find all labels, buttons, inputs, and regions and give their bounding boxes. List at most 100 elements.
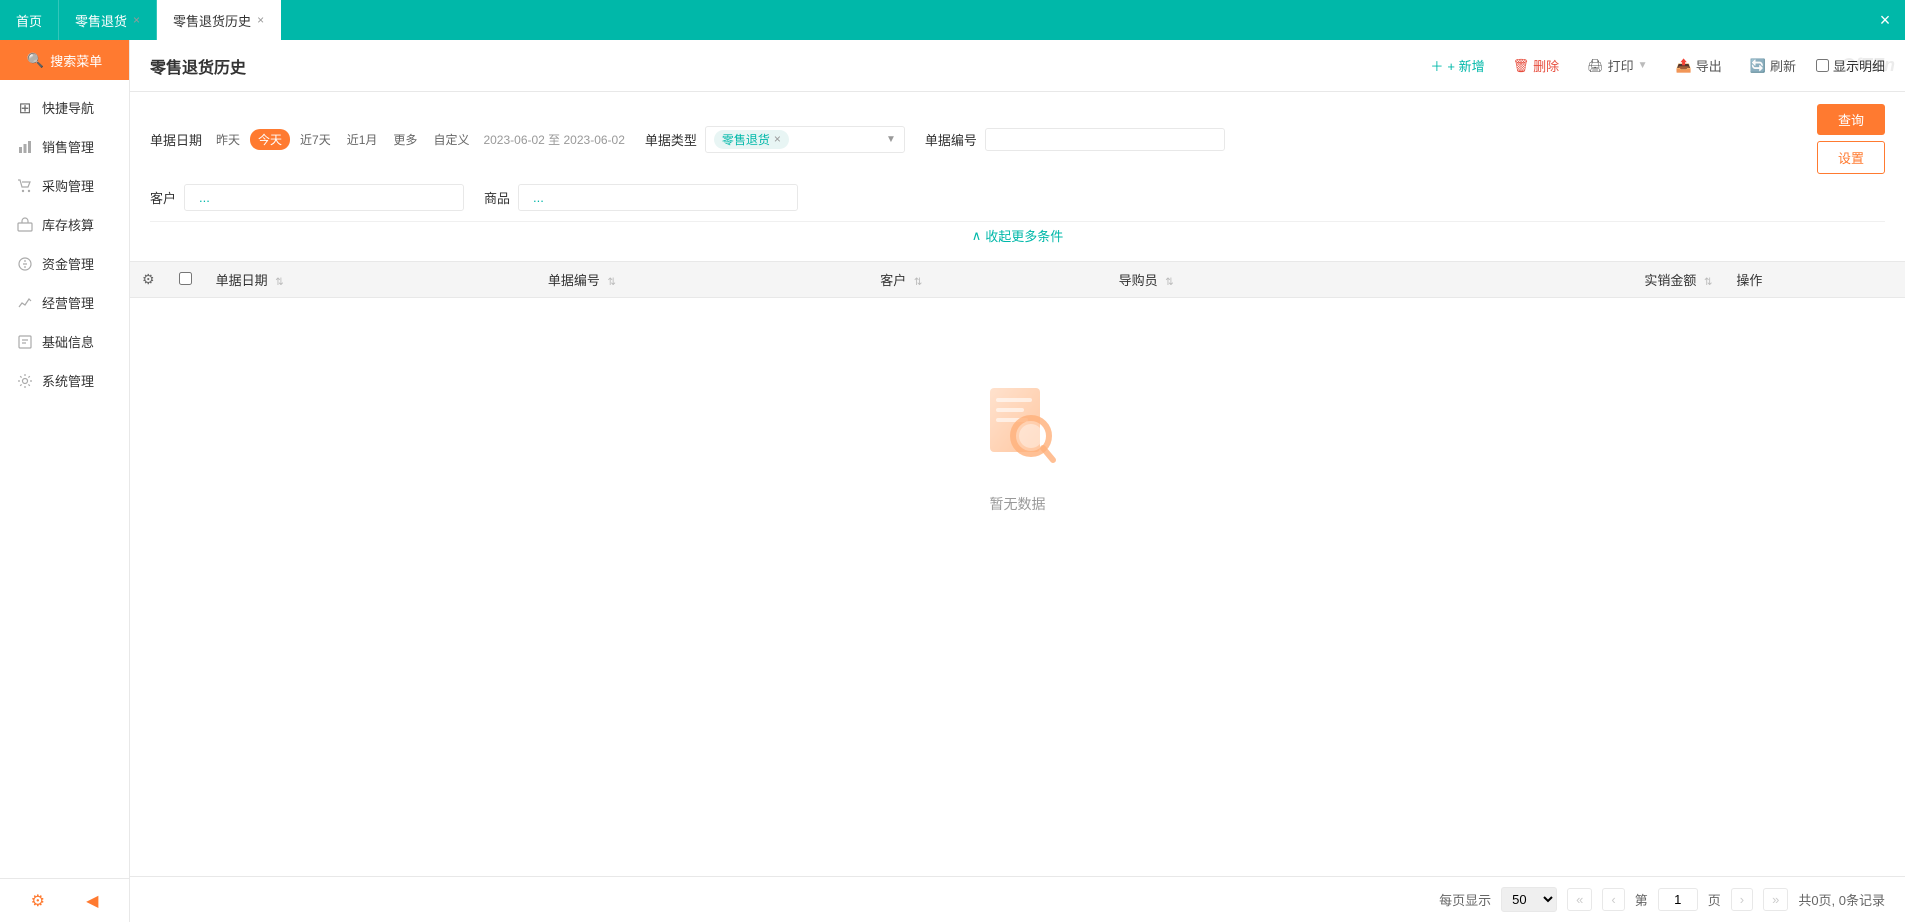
goods-ellipsis[interactable]: ... bbox=[527, 188, 550, 207]
date-opt-more[interactable]: 更多 bbox=[387, 129, 423, 150]
goods-select[interactable]: ... bbox=[518, 184, 798, 211]
tab-retail-return[interactable]: 零售退货 × bbox=[59, 0, 157, 40]
select-all-checkbox[interactable] bbox=[179, 272, 192, 285]
table-body: 暂无数据 bbox=[130, 298, 1905, 595]
col-guide-sort-icon[interactable]: ⇅ bbox=[1165, 277, 1173, 288]
doc-type-label: 单据类型 bbox=[645, 130, 697, 149]
sidebar-item-purchase[interactable]: 采购管理 bbox=[0, 166, 129, 205]
sidebar-bottom: ⚙ ◀ bbox=[0, 878, 129, 922]
sidebar-item-inventory[interactable]: 库存核算 bbox=[0, 205, 129, 244]
delete-icon: 🗑 bbox=[1513, 58, 1530, 74]
query-button[interactable]: 查询 bbox=[1817, 104, 1885, 135]
refresh-icon: 🔄 bbox=[1750, 58, 1766, 74]
doc-type-dropdown-icon: ▼ bbox=[886, 134, 896, 145]
main-layout: 🔍 搜索菜单 ⊞ 快捷导航 销售管理 采购管理 bbox=[0, 40, 1905, 922]
col-doc-no: 单据编号 ⇅ bbox=[536, 262, 868, 298]
tab-retail-return-history[interactable]: 零售退货历史 × bbox=[157, 0, 281, 40]
purchase-icon bbox=[16, 177, 34, 195]
page-header: 零售退货历史 ＋ + 新增 🗑 删除 🖨 打印 ▼ 📤 导出 bbox=[130, 40, 1905, 92]
goods-filter: 商品 ... bbox=[484, 184, 798, 211]
refresh-label: 刷新 bbox=[1770, 56, 1796, 75]
query-setting-group: 查询 设置 bbox=[1817, 104, 1885, 174]
date-opt-custom[interactable]: 自定义 bbox=[427, 129, 475, 150]
sidebar-item-system[interactable]: 系统管理 bbox=[0, 361, 129, 400]
customer-filter: 客户 ... bbox=[150, 184, 464, 211]
system-icon bbox=[16, 372, 34, 390]
sidebar-item-sales[interactable]: 销售管理 bbox=[0, 127, 129, 166]
col-actual-amount-label: 实销金额 bbox=[1644, 273, 1696, 288]
sidebar-item-label: 基础信息 bbox=[42, 332, 94, 351]
col-customer-sort-icon[interactable]: ⇅ bbox=[914, 277, 922, 288]
table-settings-icon[interactable]: ⚙ bbox=[142, 271, 155, 288]
finance-icon bbox=[16, 255, 34, 273]
sidebar: 🔍 搜索菜单 ⊞ 快捷导航 销售管理 采购管理 bbox=[0, 40, 130, 922]
sidebar-search-label: 搜索菜单 bbox=[50, 51, 102, 70]
add-button[interactable]: ＋ + 新增 bbox=[1422, 52, 1492, 79]
collapse-filter-button[interactable]: ∧ 收起更多条件 bbox=[150, 221, 1885, 249]
export-button[interactable]: 📤 导出 bbox=[1668, 52, 1730, 79]
sidebar-search[interactable]: 🔍 搜索菜单 bbox=[0, 40, 129, 80]
first-page-button[interactable]: « bbox=[1567, 888, 1592, 911]
doc-no-input[interactable] bbox=[985, 128, 1225, 151]
page-label: 第 bbox=[1635, 890, 1648, 909]
doc-type-tag-value: 零售退货 bbox=[722, 131, 770, 148]
doc-type-select[interactable]: 零售退货 × ▼ bbox=[705, 126, 905, 153]
page-input[interactable]: 1 bbox=[1658, 888, 1698, 911]
tab-home-label: 首页 bbox=[16, 11, 42, 30]
sidebar-item-operation[interactable]: 经营管理 bbox=[0, 283, 129, 322]
col-guide-label: 导购员 bbox=[1119, 273, 1158, 288]
date-opt-7days[interactable]: 近7天 bbox=[294, 129, 337, 150]
customer-ellipsis[interactable]: ... bbox=[193, 188, 216, 207]
doc-type-tag-close[interactable]: × bbox=[774, 132, 781, 146]
refresh-button[interactable]: 🔄 刷新 bbox=[1742, 52, 1804, 79]
sidebar-item-basic[interactable]: 基础信息 bbox=[0, 322, 129, 361]
tab-home[interactable]: 首页 bbox=[0, 0, 59, 40]
sidebar-item-finance[interactable]: 资金管理 bbox=[0, 244, 129, 283]
per-page-select[interactable]: 50 10 20 100 bbox=[1501, 887, 1557, 912]
doc-type-tag: 零售退货 × bbox=[714, 130, 789, 149]
filter-row-1: 单据日期 昨天 今天 近7天 近1月 更多 自定义 2023-06-02 至 2… bbox=[150, 104, 1885, 174]
col-doc-no-label: 单据编号 bbox=[548, 273, 600, 288]
table-header-row: ⚙ 单据日期 ⇅ 单据编号 ⇅ bbox=[130, 262, 1905, 298]
customer-label: 客户 bbox=[150, 188, 176, 207]
col-action: 操作 bbox=[1724, 262, 1905, 298]
col-amount-sort-icon[interactable]: ⇅ bbox=[1704, 277, 1712, 288]
empty-state: 暂无数据 bbox=[130, 298, 1905, 594]
export-label: 导出 bbox=[1696, 56, 1722, 75]
col-guide: 导购员 ⇅ bbox=[1107, 262, 1392, 298]
setting-button[interactable]: 设置 bbox=[1817, 141, 1885, 174]
prev-page-button[interactable]: ‹ bbox=[1602, 888, 1624, 911]
print-button[interactable]: 🖨 打印 ▼ bbox=[1579, 52, 1655, 79]
tab-retail-return-close[interactable]: × bbox=[133, 13, 140, 27]
settings-bottom-icon[interactable]: ⚙ bbox=[31, 891, 45, 911]
doc-no-filter: 单据编号 bbox=[925, 128, 1225, 151]
doc-no-label: 单据编号 bbox=[925, 130, 977, 149]
basic-icon bbox=[16, 333, 34, 351]
col-customer-label: 客户 bbox=[880, 273, 906, 288]
search-icon: 🔍 bbox=[27, 52, 44, 69]
sidebar-item-quick-nav[interactable]: ⊞ 快捷导航 bbox=[0, 88, 129, 127]
customer-select[interactable]: ... bbox=[184, 184, 464, 211]
sidebar-item-label: 快捷导航 bbox=[42, 98, 94, 117]
col-date-sort-icon[interactable]: ⇅ bbox=[275, 277, 283, 288]
show-detail-label: 显示明细 bbox=[1833, 56, 1885, 75]
delete-button[interactable]: 🗑 删除 bbox=[1505, 52, 1568, 79]
collapse-sidebar-icon[interactable]: ◀ bbox=[86, 891, 98, 911]
show-detail-input[interactable] bbox=[1816, 59, 1829, 72]
print-label: 打印 bbox=[1608, 56, 1634, 75]
filter-area: 单据日期 昨天 今天 近7天 近1月 更多 自定义 2023-06-02 至 2… bbox=[130, 92, 1905, 262]
date-opt-today[interactable]: 今天 bbox=[250, 129, 290, 150]
col-doc-no-sort-icon[interactable]: ⇅ bbox=[608, 277, 616, 288]
col-actual-amount: 实销金额 ⇅ bbox=[1392, 262, 1724, 298]
show-detail-checkbox[interactable]: 显示明细 bbox=[1816, 56, 1885, 75]
date-range-display: 2023-06-02 至 2023-06-02 bbox=[483, 131, 624, 148]
last-page-button[interactable]: » bbox=[1763, 888, 1788, 911]
collapse-up-icon: ∧ bbox=[972, 228, 982, 244]
next-page-button[interactable]: › bbox=[1731, 888, 1753, 911]
doc-type-filter: 单据类型 零售退货 × ▼ bbox=[645, 126, 905, 153]
date-opt-1month[interactable]: 近1月 bbox=[341, 129, 384, 150]
date-opt-yesterday[interactable]: 昨天 bbox=[210, 129, 246, 150]
goods-label: 商品 bbox=[484, 188, 510, 207]
window-close-button[interactable]: × bbox=[1865, 0, 1905, 40]
tab-retail-return-history-close[interactable]: × bbox=[257, 13, 264, 27]
